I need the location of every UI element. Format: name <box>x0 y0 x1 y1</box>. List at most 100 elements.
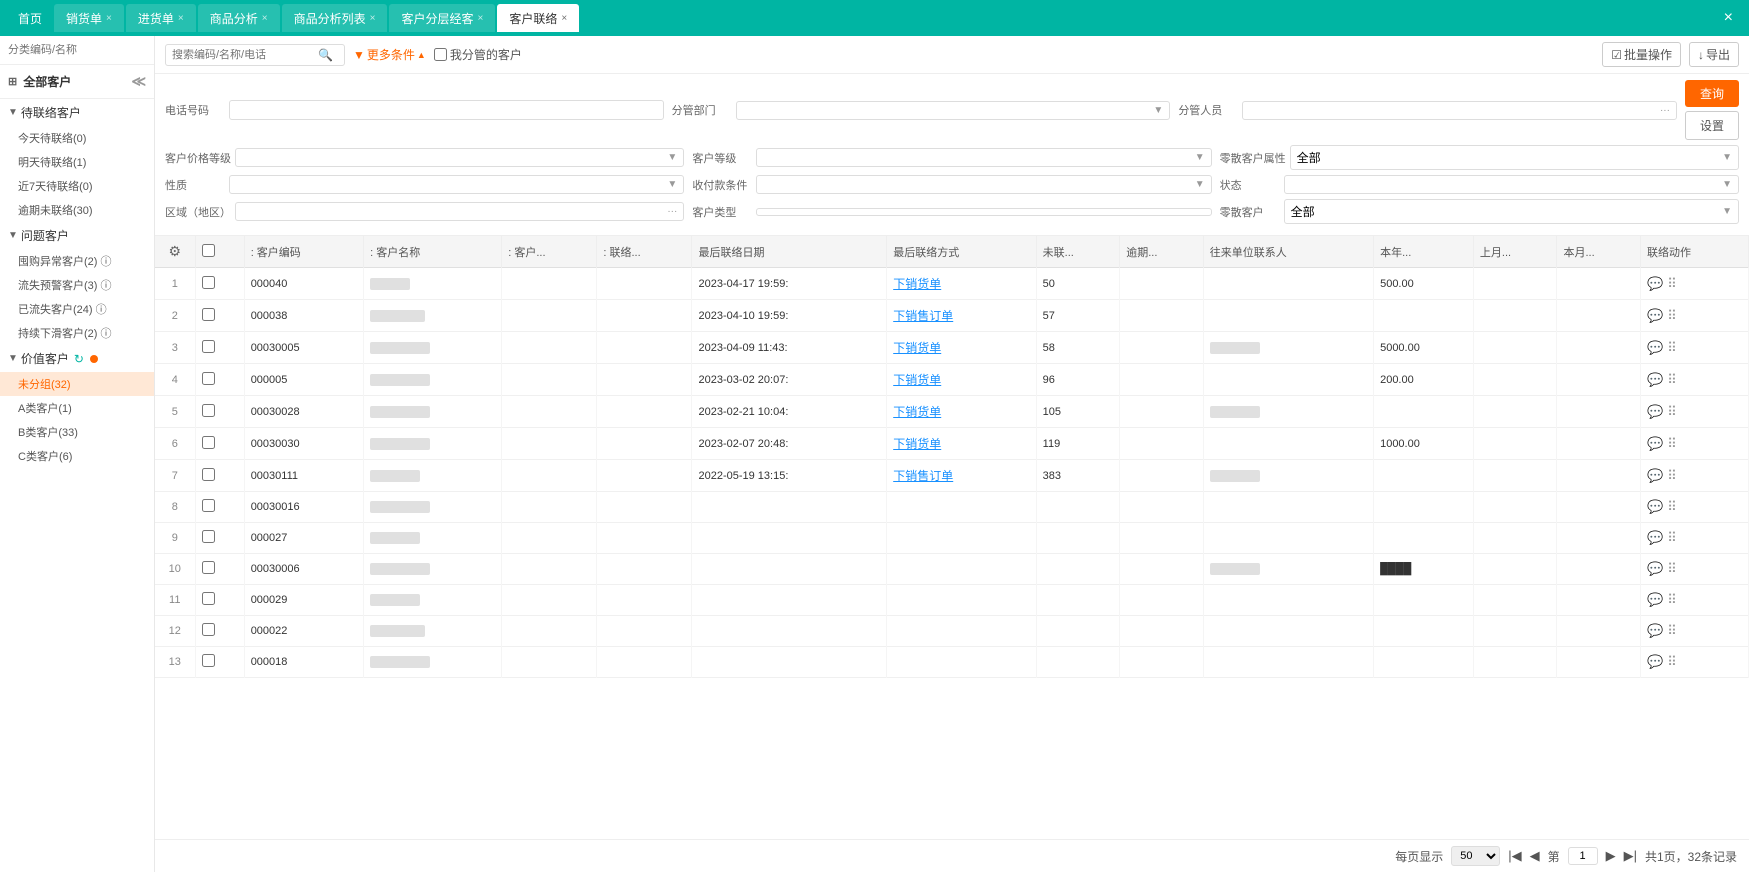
apps-icon[interactable]: ⠿ <box>1667 372 1677 388</box>
apps-icon[interactable]: ⠿ <box>1667 654 1677 670</box>
comment-icon[interactable]: 💬 <box>1647 436 1663 452</box>
price-level-select[interactable]: ▼ <box>235 148 684 167</box>
sidebar-item-ungroup[interactable]: 未分组(32) <box>0 372 154 396</box>
comment-icon[interactable]: 💬 <box>1647 592 1663 608</box>
main-search-input[interactable] <box>172 49 314 61</box>
region-select[interactable]: ··· <box>235 202 684 221</box>
comment-icon[interactable]: 💬 <box>1647 372 1663 388</box>
row-select-checkbox[interactable] <box>202 623 215 636</box>
sidebar-item-class-b[interactable]: B类客户(33) <box>0 420 154 444</box>
last-method-link[interactable]: 下销售订单 <box>893 469 953 483</box>
row-select-checkbox[interactable] <box>202 530 215 543</box>
export-btn[interactable]: ↓ 导出 <box>1689 42 1739 67</box>
person-select[interactable]: ··· <box>1242 101 1677 120</box>
more-conditions-btn[interactable]: ▼ 更多条件 ▲ <box>353 46 426 63</box>
comment-icon[interactable]: 💬 <box>1647 340 1663 356</box>
close-tab-purchase[interactable]: × <box>178 13 184 24</box>
row-select-checkbox[interactable] <box>202 340 215 353</box>
last-method-link[interactable]: 下销货单 <box>893 373 941 387</box>
tab-home[interactable]: 首页 <box>8 10 52 27</box>
page-number-input[interactable] <box>1568 847 1598 865</box>
tab-customer-contact[interactable]: 客户联络 × <box>497 4 579 32</box>
batch-operation-btn[interactable]: ☑ 批量操作 <box>1602 42 1681 67</box>
tab-product-analysis-list[interactable]: 商品分析列表 × <box>282 4 388 32</box>
settings-icon[interactable]: ⚙ <box>168 243 181 259</box>
close-tab-customer-contact[interactable]: × <box>561 13 567 24</box>
comment-icon[interactable]: 💬 <box>1647 561 1663 577</box>
last-method-link[interactable]: 下销售订单 <box>893 309 953 323</box>
main-search-icon[interactable]: 🔍 <box>318 48 333 62</box>
close-tab-sales[interactable]: × <box>106 13 112 24</box>
sidebar-all-customers[interactable]: ⊞ 全部客户 ≪ <box>0 65 154 99</box>
last-method-link[interactable]: 下销货单 <box>893 341 941 355</box>
row-select-checkbox[interactable] <box>202 592 215 605</box>
apps-icon[interactable]: ⠿ <box>1667 530 1677 546</box>
row-select-checkbox[interactable] <box>202 404 215 417</box>
apps-icon[interactable]: ⠿ <box>1667 623 1677 639</box>
per-page-select[interactable]: 50 100 200 <box>1451 846 1500 866</box>
reset-btn[interactable]: 设置 <box>1685 111 1739 140</box>
apps-icon[interactable]: ⠿ <box>1667 499 1677 515</box>
sidebar-item-7days[interactable]: 近7天待联络(0) <box>0 174 154 198</box>
close-tab-customer-segment[interactable]: × <box>477 13 483 24</box>
row-select-checkbox[interactable] <box>202 276 215 289</box>
apps-icon[interactable]: ⠿ <box>1667 592 1677 608</box>
refresh-icon[interactable]: ↻ <box>74 352 84 366</box>
comment-icon[interactable]: 💬 <box>1647 623 1663 639</box>
sidebar-search-input[interactable] <box>8 44 150 56</box>
tab-customer-segment[interactable]: 客户分层经客 × <box>389 4 495 32</box>
apps-icon[interactable]: ⠿ <box>1667 276 1677 292</box>
row-select-checkbox[interactable] <box>202 308 215 321</box>
apps-icon[interactable]: ⠿ <box>1667 340 1677 356</box>
apps-icon[interactable]: ⠿ <box>1667 404 1677 420</box>
tab-purchase[interactable]: 进货单 × <box>126 4 196 32</box>
sidebar-item-overdue[interactable]: 逾期未联络(30) <box>0 198 154 222</box>
tab-product-analysis[interactable]: 商品分析 × <box>198 4 280 32</box>
sidebar-item-tomorrow[interactable]: 明天待联络(1) <box>0 150 154 174</box>
sidebar-item-abnormal[interactable]: 囤购异常客户(2) ⓘ <box>0 249 154 273</box>
close-tab-product-analysis[interactable]: × <box>262 13 268 24</box>
row-select-checkbox[interactable] <box>202 561 215 574</box>
retail-customer-select[interactable]: 全部 ▼ <box>1284 199 1739 224</box>
close-tab-product-analysis-list[interactable]: × <box>370 13 376 24</box>
sidebar-item-today[interactable]: 今天待联络(0) <box>0 126 154 150</box>
comment-icon[interactable]: 💬 <box>1647 404 1663 420</box>
my-customers-checkbox[interactable] <box>434 48 447 61</box>
row-select-checkbox[interactable] <box>202 499 215 512</box>
sidebar-section-pending[interactable]: ▼ 待联络客户 <box>0 99 154 126</box>
page-prev-btn[interactable]: ◀ <box>1530 848 1540 864</box>
sidebar-item-warning[interactable]: 流失预警客户(3) ⓘ <box>0 273 154 297</box>
customer-type-select[interactable] <box>756 208 1211 216</box>
last-method-link[interactable]: 下销货单 <box>893 437 941 451</box>
comment-icon[interactable]: 💬 <box>1647 468 1663 484</box>
tab-sales[interactable]: 销货单 × <box>54 4 124 32</box>
sidebar-item-lost[interactable]: 已流失客户(24) ⓘ <box>0 297 154 321</box>
comment-icon[interactable]: 💬 <box>1647 654 1663 670</box>
sidebar-section-problem[interactable]: ▼ 问题客户 <box>0 222 154 249</box>
comment-icon[interactable]: 💬 <box>1647 530 1663 546</box>
sidebar-item-class-c[interactable]: C类客户(6) <box>0 444 154 468</box>
comment-icon[interactable]: 💬 <box>1647 308 1663 324</box>
select-all-checkbox[interactable] <box>202 244 215 257</box>
status-select[interactable]: ▼ <box>1284 175 1739 194</box>
row-select-checkbox[interactable] <box>202 436 215 449</box>
sidebar-item-class-a[interactable]: A类客户(1) <box>0 396 154 420</box>
sidebar-section-value[interactable]: ▼ 价值客户 ↻ <box>0 345 154 372</box>
apps-icon[interactable]: ⠿ <box>1667 561 1677 577</box>
page-first-btn[interactable]: |◀ <box>1508 848 1521 864</box>
page-last-btn[interactable]: ▶| <box>1624 848 1637 864</box>
nature-select[interactable]: ▼ <box>229 175 684 194</box>
last-method-link[interactable]: 下销货单 <box>893 277 941 291</box>
query-btn[interactable]: 查询 <box>1685 80 1739 107</box>
comment-icon[interactable]: 💬 <box>1647 499 1663 515</box>
retail-attr-select[interactable]: 全部 ▼ <box>1290 145 1739 170</box>
dept-select[interactable]: ▼ <box>736 101 1171 120</box>
customer-level-select[interactable]: ▼ <box>756 148 1211 167</box>
sidebar-item-declining[interactable]: 持续下滑客户(2) ⓘ <box>0 321 154 345</box>
last-method-link[interactable]: 下销货单 <box>893 405 941 419</box>
apps-icon[interactable]: ⠿ <box>1667 308 1677 324</box>
row-select-checkbox[interactable] <box>202 372 215 385</box>
apps-icon[interactable]: ⠿ <box>1667 468 1677 484</box>
page-next-btn[interactable]: ▶ <box>1606 848 1616 864</box>
close-window-icon[interactable]: × <box>1716 9 1741 27</box>
